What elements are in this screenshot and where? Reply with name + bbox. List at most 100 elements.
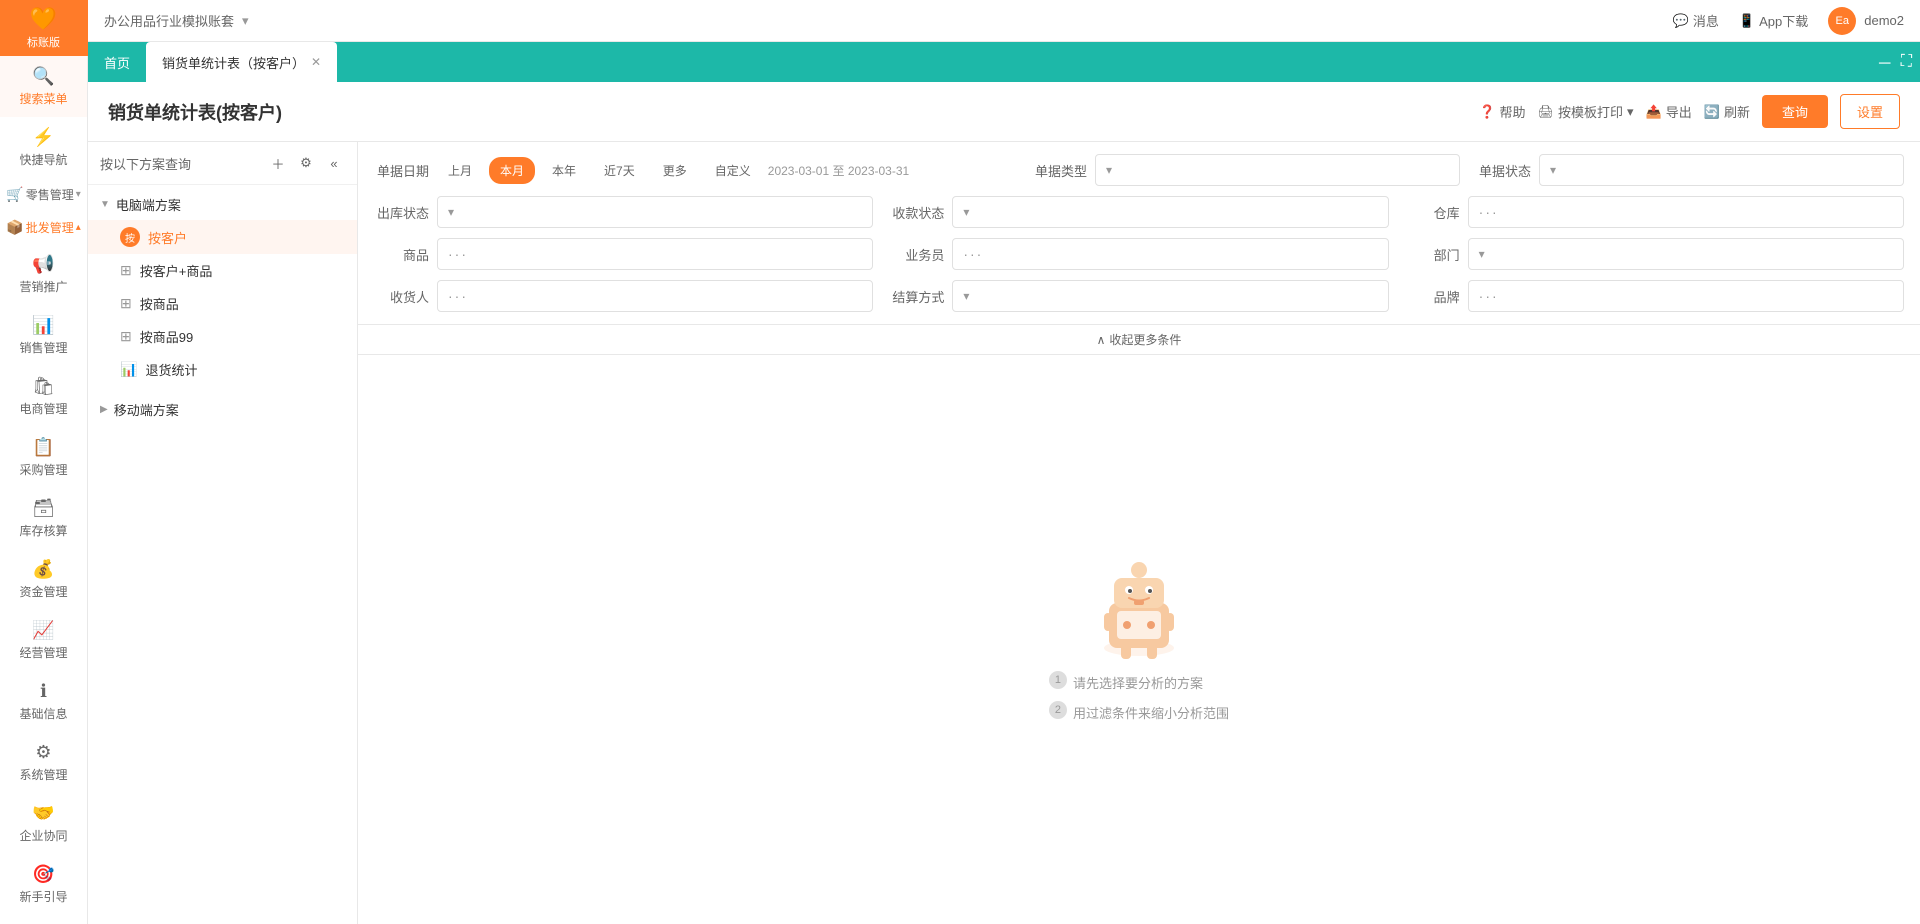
sidebar-item-search[interactable]: 🔍 搜索菜单 [0,56,87,117]
tab-maximize-button[interactable]: ⛶ [1901,53,1912,71]
breadcrumb: 办公用品行业模拟账套 [104,11,234,30]
settlement-label: 结算方式 [889,287,944,306]
empty-hints: 1 请先选择要分析的方案 2 用过滤条件来缩小分析范围 [1049,671,1229,731]
left-panel: 按以下方案查询 ＋ ⚙ « ▼ 电脑端方案 按 [88,142,358,924]
date-btn-more[interactable]: 更多 [652,157,698,184]
tab-minimize-button[interactable]: － [1877,50,1893,74]
filter-doc-type: 单据类型 ▾ [1032,154,1460,186]
sidebar-item-sales[interactable]: 📊 销售管理 [0,305,87,366]
purchase-icon: 📋 [32,437,54,458]
salesperson-input[interactable]: ··· [952,238,1388,270]
finance-icon: 💰 [32,559,54,580]
app-icon: 📱 [1739,13,1755,29]
scheme-item-by-customer[interactable]: 按 按客户 [88,220,357,254]
sidebar-item-wholesale[interactable]: 📦 批发管理 ▴ [0,211,87,244]
hint-num-2: 2 [1049,701,1067,719]
sidebar-item-marketing[interactable]: 📢 营销推广 [0,244,87,305]
breadcrumb-arrow[interactable]: ▾ [242,13,249,29]
edit-scheme-button[interactable]: ⚙ [295,152,317,174]
avatar: Ea [1828,7,1856,35]
sidebar-item-purchase[interactable]: 📋 采购管理 [0,427,87,488]
hint-num-1: 1 [1049,671,1067,689]
collect-status-input[interactable]: ▾ [952,196,1388,228]
logo-text: 标账版 [27,34,60,50]
product-input[interactable]: ··· [437,238,873,270]
export-button[interactable]: 📤 导出 [1646,102,1692,121]
date-btn-this-year[interactable]: 本年 [541,157,587,184]
sidebar-item-system[interactable]: ⚙ 系统管理 [0,732,87,793]
app-download-button[interactable]: 📱 App下载 [1739,11,1808,30]
sidebar-item-ecommerce[interactable]: 🛍 电商管理 [0,366,87,427]
scheme-group-desktop-header[interactable]: ▼ 电脑端方案 [88,189,357,220]
date-btn-custom[interactable]: 自定义 [704,157,762,184]
search-icon: 🔍 [32,66,54,87]
doc-status-arrow: ▾ [1550,163,1556,177]
doc-status-label: 单据状态 [1476,161,1531,180]
salesperson-label: 业务员 [889,245,944,264]
scheme-item-by-product[interactable]: ⊞ 按商品 [88,287,357,320]
scheme-item-return-stat[interactable]: 📊 退货统计 [88,353,357,386]
tab-bar: 首页 销货单统计表（按客户） ✕ － ⛶ [88,42,1920,82]
sidebar-item-newbie[interactable]: 🎯 新手引导 [0,854,87,915]
brand-input[interactable]: ··· [1468,280,1904,312]
enterprise-icon: 🤝 [32,803,54,824]
warehouse-input[interactable]: ··· [1468,196,1904,228]
sidebar-item-appstore[interactable]: 🗂 应用中心 [0,915,87,924]
receiver-label: 收货人 [374,287,429,306]
scheme-group-mobile-header[interactable]: ▶ 移动端方案 [88,394,357,425]
user-menu[interactable]: Ea demo2 [1828,7,1904,35]
date-btn-last-7days[interactable]: 近7天 [593,157,646,184]
scheme-icon-grid1: ⊞ [120,262,132,279]
date-btn-this-month[interactable]: 本月 [489,157,535,184]
filter-row-3: 商品 ··· 业务员 ··· 部门 [374,238,1904,270]
template-print-button[interactable]: 🖨 按模板打印 ▾ [1538,102,1634,121]
doc-status-input[interactable]: ▾ [1539,154,1904,186]
collapse-bar[interactable]: ∧ 收起更多条件 [358,325,1920,355]
add-scheme-button[interactable]: ＋ [267,152,289,174]
doc-type-label: 单据类型 [1032,161,1087,180]
collapse-panel-button[interactable]: « [323,152,345,174]
filter-collect-status: 收款状态 ▾ [889,196,1388,228]
refresh-button[interactable]: 🔄 刷新 [1704,102,1750,121]
doc-type-input[interactable]: ▾ [1095,154,1460,186]
department-input[interactable]: ▾ [1468,238,1904,270]
triangle-right-icon: ▶ [100,404,108,415]
out-status-input[interactable]: ▾ [437,196,873,228]
scheme-item-by-customer-product[interactable]: ⊞ 按客户+商品 [88,254,357,287]
help-button[interactable]: ❓ 帮助 [1479,102,1525,121]
sidebar-item-retail[interactable]: 🛒 零售管理 ▾ [0,178,87,211]
message-button[interactable]: 💬 消息 [1673,11,1719,30]
scheme-item-by-product-99[interactable]: ⊞ 按商品99 [88,320,357,353]
department-arrow: ▾ [1479,247,1485,261]
sidebar-item-operation[interactable]: 📈 经营管理 [0,610,87,671]
wholesale-icon: 📦 [6,219,23,236]
ecommerce-icon: 🛍 [32,376,55,397]
scheme-icon-grid2: ⊞ [120,295,132,312]
out-status-label: 出库状态 [374,203,429,222]
tab-close-button[interactable]: ✕ [311,55,321,69]
topbar-left: 办公用品行业模拟账套 ▾ [104,11,249,30]
logo-icon: 🧡 [30,6,57,32]
date-btn-last-month[interactable]: 上月 [437,157,483,184]
scheme-icon-chart: 📊 [120,361,137,378]
query-button[interactable]: 查询 [1762,95,1828,128]
salesperson-dots: ··· [963,246,983,262]
tab-home[interactable]: 首页 [88,42,146,82]
refresh-icon: 🔄 [1704,104,1720,120]
triangle-icon: ▼ [100,199,110,210]
sidebar-item-shortcut[interactable]: ⚡ 快捷导航 [0,117,87,178]
tab-sales-stat[interactable]: 销货单统计表（按客户） ✕ [146,42,337,82]
export-icon: 📤 [1646,104,1662,120]
sidebar-item-finance[interactable]: 💰 资金管理 [0,549,87,610]
help-icon: ❓ [1479,104,1495,120]
settings-button[interactable]: 设置 [1840,94,1900,129]
sidebar-item-inventory[interactable]: 🗃 库存核算 [0,488,87,549]
sidebar-item-basic[interactable]: ℹ 基础信息 [0,671,87,732]
settlement-input[interactable]: ▾ [952,280,1388,312]
sidebar-item-enterprise[interactable]: 🤝 企业协同 [0,793,87,854]
receiver-input[interactable]: ··· [437,280,873,312]
desktop-group-label: 电脑端方案 [116,195,181,214]
settlement-arrow: ▾ [963,289,969,303]
marketing-icon: 📢 [32,254,54,275]
empty-robot-icon [1079,548,1199,671]
